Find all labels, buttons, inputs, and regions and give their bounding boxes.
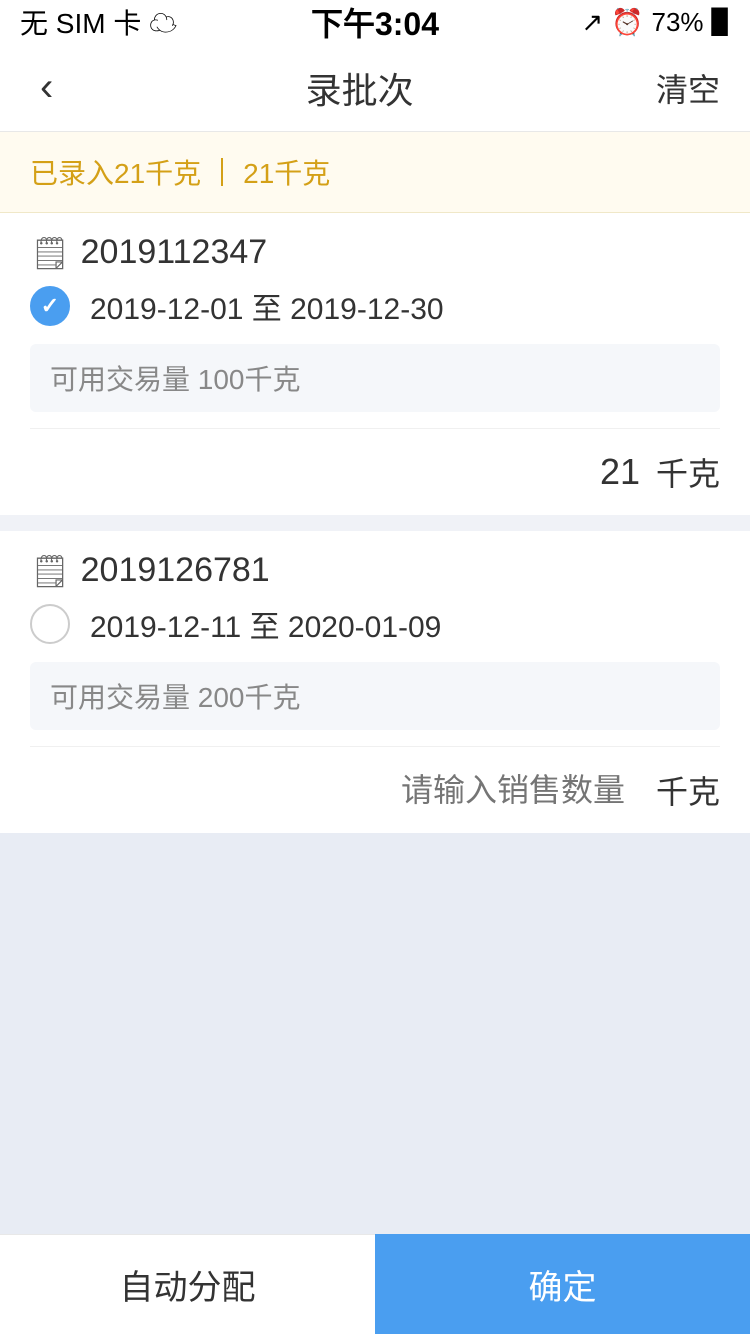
battery-icon: ▉ <box>712 8 730 37</box>
quantity-value-1: 21 <box>600 451 640 493</box>
quantity-unit-2: 千克 <box>656 767 720 813</box>
nav-bar: ‹ 录批次 清空 <box>0 44 750 132</box>
batch-id-2: 2019126781 <box>81 551 270 590</box>
status-bar: 无 SIM 卡 ☁ 下午3:04 ↗ ⏰ 73% ▉ <box>0 0 750 44</box>
batch-radio-1[interactable] <box>30 286 70 326</box>
banner-divider <box>221 158 223 186</box>
clear-button[interactable]: 清空 <box>656 65 720 111</box>
batch-date-1: 2019-12-01 至 2019-12-30 <box>90 284 444 328</box>
batch-id-1: 2019112347 <box>81 233 268 272</box>
batch-radio-2[interactable] <box>30 604 70 644</box>
batch-available-2: 可用交易量 200千克 <box>30 662 720 730</box>
battery-percent: 73% <box>651 7 703 38</box>
total-amount: 21千克 <box>243 152 330 192</box>
batch-divider <box>0 515 750 531</box>
sim-status: 无 SIM 卡 ☁ <box>20 2 177 42</box>
batch-input-row-2: 千克 <box>30 746 720 833</box>
page-title: 录批次 <box>306 62 414 114</box>
status-time: 下午3:04 <box>311 0 439 45</box>
batch-header-2: 🗒 2019126781 <box>30 551 720 590</box>
batch-date-row-1[interactable]: 2019-12-01 至 2019-12-30 <box>30 284 720 328</box>
confirm-button[interactable]: 确定 <box>375 1234 750 1334</box>
alarm-icon: ⏰ <box>611 7 643 38</box>
auto-distribute-button[interactable]: 自动分配 <box>0 1234 375 1334</box>
back-button[interactable]: ‹ <box>30 55 63 120</box>
status-right: ↗ ⏰ 73% ▉ <box>581 7 730 38</box>
bottom-area <box>0 833 750 1293</box>
batch-date-2: 2019-12-11 至 2020-01-09 <box>90 602 441 646</box>
batch-quantity-row-1: 21 千克 <box>30 428 720 515</box>
location-icon: ↗ <box>581 7 603 38</box>
info-banner: 已录入21千克 21千克 <box>0 132 750 213</box>
batch-date-row-2[interactable]: 2019-12-11 至 2020-01-09 <box>30 602 720 646</box>
bottom-buttons: 自动分配 确定 <box>0 1234 750 1334</box>
quantity-input-2[interactable] <box>220 772 640 809</box>
batch-doc-icon-2: 🗒 <box>30 552 71 590</box>
recorded-amount: 已录入21千克 <box>30 152 201 192</box>
batch-item-1: 🗒 2019112347 2019-12-01 至 2019-12-30 可用交… <box>0 213 750 515</box>
batch-item-2: 🗒 2019126781 2019-12-11 至 2020-01-09 可用交… <box>0 531 750 833</box>
batch-available-1: 可用交易量 100千克 <box>30 344 720 412</box>
batch-header-1: 🗒 2019112347 <box>30 233 720 272</box>
batch-doc-icon-1: 🗒 <box>30 234 71 272</box>
quantity-unit-1: 千克 <box>656 449 720 495</box>
batch-list: 🗒 2019112347 2019-12-01 至 2019-12-30 可用交… <box>0 213 750 833</box>
status-left: 无 SIM 卡 ☁ <box>20 2 177 42</box>
